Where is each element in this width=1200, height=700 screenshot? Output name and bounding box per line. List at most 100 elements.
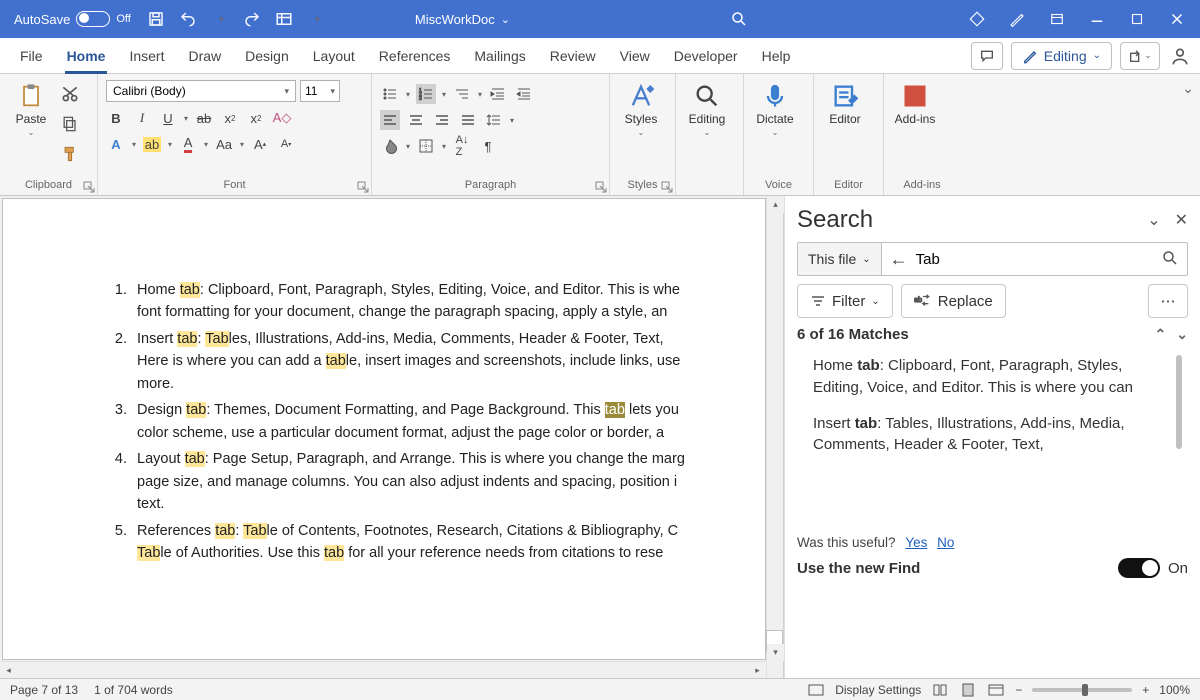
scroll-down-icon[interactable]: ▾ xyxy=(767,644,784,661)
filter-button[interactable]: Filter ⌄ xyxy=(797,284,893,318)
status-page[interactable]: Page 7 of 13 xyxy=(10,683,78,697)
window-icon[interactable] xyxy=(1048,10,1066,28)
sort-button[interactable]: A↓Z xyxy=(452,136,472,156)
back-arrow-icon[interactable]: ← xyxy=(890,249,908,270)
comments-button[interactable] xyxy=(971,42,1003,70)
multilevel-button[interactable] xyxy=(452,84,472,104)
save-icon[interactable] xyxy=(147,10,165,28)
tab-file[interactable]: File xyxy=(8,38,55,73)
shrink-font-button[interactable]: A▾ xyxy=(276,134,296,154)
numbering-button[interactable]: 123 xyxy=(416,84,436,104)
vertical-scrollbar[interactable]: ▴ ▾ xyxy=(766,196,783,678)
search-icon[interactable] xyxy=(730,10,748,28)
text-effects-button[interactable]: A xyxy=(106,134,126,154)
dialog-launcher-icon[interactable] xyxy=(595,181,607,193)
grid-icon[interactable] xyxy=(275,10,293,28)
more-options-button[interactable]: ⋯ xyxy=(1148,284,1188,318)
cut-icon[interactable] xyxy=(60,84,80,104)
tab-design[interactable]: Design xyxy=(233,38,301,73)
zoom-in-button[interactable]: + xyxy=(1142,683,1149,697)
font-name-select[interactable]: Calibri (Body)▾ xyxy=(106,80,296,102)
search-box[interactable]: ← xyxy=(882,242,1188,276)
scroll-left-icon[interactable]: ◂ xyxy=(0,662,17,679)
editing-group-button[interactable]: Editing⌄ xyxy=(682,78,732,137)
replace-button[interactable]: ab Replace xyxy=(901,284,1006,318)
tab-review[interactable]: Review xyxy=(538,38,608,73)
increase-indent-button[interactable] xyxy=(514,84,534,104)
search-input[interactable] xyxy=(916,251,1153,268)
autosave-toggle[interactable]: AutoSave Off xyxy=(14,11,131,27)
change-case-button[interactable]: Aa xyxy=(214,134,234,154)
result-item[interactable]: Insert tab: Tables, Illustrations, Add-i… xyxy=(797,409,1182,467)
feedback-yes-link[interactable]: Yes xyxy=(905,535,927,550)
close-icon[interactable] xyxy=(1168,10,1186,28)
document-page[interactable]: Home tab: Clipboard, Font, Paragraph, St… xyxy=(2,198,766,660)
tab-references[interactable]: References xyxy=(367,38,463,73)
display-settings-button[interactable]: Display Settings xyxy=(835,683,921,697)
undo-icon[interactable] xyxy=(179,10,197,28)
undo-dropdown-icon[interactable] xyxy=(211,10,229,28)
zoom-slider[interactable] xyxy=(1032,688,1132,692)
subscript-button[interactable]: x2 xyxy=(220,108,240,128)
diamond-icon[interactable] xyxy=(968,10,986,28)
list-item[interactable]: Design tab: Themes, Document Formatting,… xyxy=(131,399,765,444)
panel-collapse-icon[interactable]: ⌄ xyxy=(1147,210,1160,230)
tab-developer[interactable]: Developer xyxy=(662,38,750,73)
dialog-launcher-icon[interactable] xyxy=(357,181,369,193)
tab-help[interactable]: Help xyxy=(750,38,803,73)
scroll-right-icon[interactable]: ▸ xyxy=(749,662,766,679)
search-scope-select[interactable]: This file ⌄ xyxy=(797,242,882,276)
grow-font-button[interactable]: A▴ xyxy=(250,134,270,154)
tab-draw[interactable]: Draw xyxy=(176,38,233,73)
editor-button[interactable]: Editor xyxy=(820,78,870,126)
list-item[interactable]: Layout tab: Page Setup, Paragraph, and A… xyxy=(131,448,765,515)
shading-button[interactable] xyxy=(380,136,400,156)
copy-icon[interactable] xyxy=(60,114,80,134)
tab-insert[interactable]: Insert xyxy=(117,38,176,73)
superscript-button[interactable]: x2 xyxy=(246,108,266,128)
underline-button[interactable]: U xyxy=(158,108,178,128)
next-match-icon[interactable]: ⌄ xyxy=(1176,326,1188,343)
line-spacing-button[interactable] xyxy=(484,110,504,130)
highlight-button[interactable]: ab xyxy=(142,134,162,154)
redo-icon[interactable] xyxy=(243,10,261,28)
dictate-button[interactable]: Dictate⌄ xyxy=(750,78,800,137)
document-title[interactable]: MiscWorkDoc ⌄ xyxy=(415,12,510,27)
new-find-toggle[interactable] xyxy=(1118,558,1160,578)
list-item[interactable]: References tab: Table of Contents, Footn… xyxy=(131,520,765,565)
clear-format-button[interactable]: A◇ xyxy=(272,108,292,128)
feedback-no-link[interactable]: No xyxy=(937,535,954,550)
maximize-icon[interactable] xyxy=(1128,10,1146,28)
paste-button[interactable]: Paste ⌄ xyxy=(6,78,56,137)
scroll-up-icon[interactable]: ▴ xyxy=(767,196,784,213)
list-item[interactable]: Home tab: Clipboard, Font, Paragraph, St… xyxy=(131,279,765,324)
print-layout-icon[interactable] xyxy=(959,682,977,698)
tab-mailings[interactable]: Mailings xyxy=(462,38,537,73)
prev-match-icon[interactable]: ⌃ xyxy=(1155,326,1167,343)
read-mode-icon[interactable] xyxy=(931,682,949,698)
bold-button[interactable]: B xyxy=(106,108,126,128)
zoom-out-button[interactable]: − xyxy=(1015,683,1022,697)
horizontal-scrollbar[interactable]: ◂ ▸ xyxy=(0,661,766,678)
list-item[interactable]: Insert tab: Tables, Illustrations, Add-i… xyxy=(131,328,765,395)
dialog-launcher-icon[interactable] xyxy=(661,181,673,193)
addins-button[interactable]: Add-ins xyxy=(890,78,940,126)
align-center-button[interactable] xyxy=(406,110,426,130)
focus-mode-icon[interactable] xyxy=(807,682,825,698)
status-words[interactable]: 1 of 704 words xyxy=(94,683,173,697)
pilcrow-button[interactable]: ¶ xyxy=(478,136,498,156)
panel-close-icon[interactable]: ✕ xyxy=(1175,210,1188,230)
editing-mode-button[interactable]: Editing ⌄ xyxy=(1011,42,1112,70)
tab-layout[interactable]: Layout xyxy=(301,38,367,73)
dialog-launcher-icon[interactable] xyxy=(83,181,95,193)
font-size-select[interactable]: 11▾ xyxy=(300,80,340,102)
results-list[interactable]: Home tab: Clipboard, Font, Paragraph, St… xyxy=(797,351,1188,523)
result-item[interactable]: Home tab: Clipboard, Font, Paragraph, St… xyxy=(797,351,1182,409)
minimize-icon[interactable] xyxy=(1088,10,1106,28)
align-right-button[interactable] xyxy=(432,110,452,130)
borders-button[interactable] xyxy=(416,136,436,156)
styles-button[interactable]: Styles⌄ xyxy=(616,78,666,137)
qat-more-icon[interactable] xyxy=(307,10,325,28)
strikethrough-button[interactable]: ab xyxy=(194,108,214,128)
tab-view[interactable]: View xyxy=(608,38,662,73)
